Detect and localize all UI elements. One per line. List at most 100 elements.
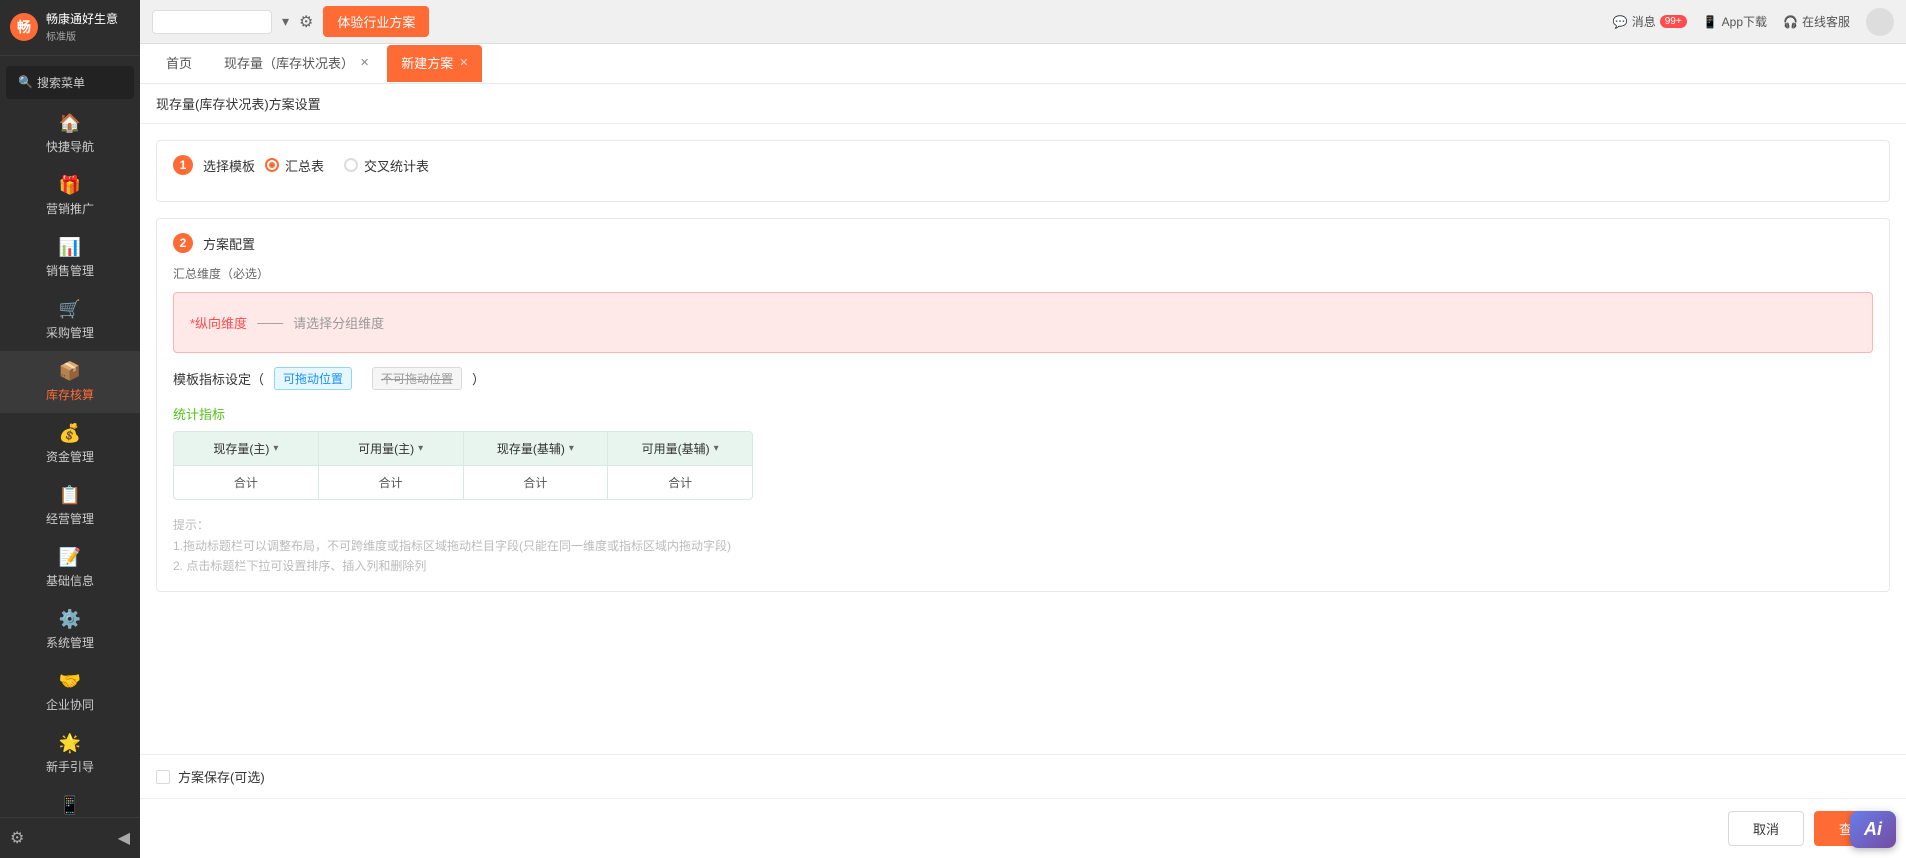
topbar-gear-icon[interactable]: ⚙ — [299, 12, 313, 32]
chevron-down-icon-2: ▾ — [418, 443, 423, 454]
tab-new-plan[interactable]: 新建方案 ✕ — [387, 45, 482, 82]
sidebar-item-label: 快捷导航 — [46, 138, 94, 155]
chevron-down-icon-1: ▾ — [273, 443, 278, 454]
gear-icon: ⚙️ — [59, 609, 81, 630]
radio-summary[interactable]: 汇总表 — [265, 156, 324, 175]
sidebar-item-basic-info[interactable]: 📝 基础信息 — [0, 537, 140, 599]
sidebar-item-newbie[interactable]: 🌟 新手引导 — [0, 723, 140, 785]
save-checkbox[interactable] — [156, 770, 170, 784]
indicator-settings: 模板指标设定（ 可拖动位置 不可拖动位置 ） — [173, 367, 1873, 390]
stat-table-row: 合计 合计 合计 合计 — [174, 465, 752, 499]
save-option-label: 方案保存(可选) — [178, 767, 265, 786]
clipboard-icon: 📋 — [59, 485, 81, 506]
message-badge: 99+ — [1660, 15, 1687, 28]
sidebar-item-quick-nav[interactable]: 🏠 快捷导航 — [0, 103, 140, 165]
cancel-button[interactable]: 取消 — [1728, 811, 1804, 846]
sidebar-search-menu[interactable]: 🔍 搜索菜单 — [6, 66, 134, 99]
app-download-btn[interactable]: 📱 App下载 — [1703, 13, 1767, 30]
radio-dot-summary — [265, 158, 279, 172]
stat-col-header-2[interactable]: 可用量(主) ▾ — [319, 432, 464, 465]
sidebar-item-inventory[interactable]: 📦 库存核算 — [0, 351, 140, 413]
sidebar-item-enterprise[interactable]: 🤝 企业协同 — [0, 661, 140, 723]
sidebar-item-marketing[interactable]: 🎁 营销推广 — [0, 165, 140, 227]
sidebar-item-label: 新手引导 — [46, 758, 94, 775]
footer-bar: 取消 查询 — [140, 798, 1906, 858]
gift-icon: 🎁 — [59, 175, 81, 196]
topbar-search-input[interactable] — [152, 10, 272, 34]
panel-header: 现存量(库存状况表)方案设置 — [140, 84, 1906, 124]
download-icon: 📱 — [1703, 15, 1718, 29]
template-radio-group: 汇总表 交叉统计表 — [265, 156, 429, 175]
sidebar-item-sales[interactable]: 📊 销售管理 — [0, 227, 140, 289]
step1-title: 选择模板 — [203, 156, 255, 175]
stat-cell-3: 合计 — [464, 466, 609, 499]
sidebar-item-label: 系统管理 — [46, 634, 94, 651]
indicator-settings-label: 模板指标设定（ 可拖动位置 不可拖动位置 ） — [173, 367, 1873, 390]
tips-item-1: 1.拖动标题栏可以调整布局，不可跨维度或指标区域拖动栏目字段(只能在同一维度或指… — [173, 537, 1873, 554]
sidebar-item-system[interactable]: ⚙️ 系统管理 — [0, 599, 140, 661]
stat-col-header-1[interactable]: 现存量(主) ▾ — [174, 432, 319, 465]
tab-label: 新建方案 — [401, 53, 453, 72]
tab-inventory-status[interactable]: 现存量（库存状况表） ✕ — [210, 45, 383, 82]
stat-col-header-3[interactable]: 现存量(基辅) ▾ — [464, 432, 609, 465]
sidebar-item-label: 库存核算 — [46, 386, 94, 403]
star-icon: 🌟 — [59, 733, 81, 754]
message-icon: 💬 — [1613, 15, 1628, 29]
tips-item-2: 2. 点击标题栏下拉可设置排序、插入列和删除列 — [173, 557, 1873, 574]
sidebar-item-label: 销售管理 — [46, 262, 94, 279]
main-area: ▾ ⚙ 体验行业方案 💬 消息 99+ 📱 App下载 🎧 在线客服 首页 — [140, 0, 1906, 858]
tab-home[interactable]: 首页 — [152, 45, 206, 82]
ai-badge[interactable]: Ai — [1850, 811, 1896, 848]
radio-cross[interactable]: 交叉统计表 — [344, 156, 429, 175]
sidebar-item-label: 采购管理 — [46, 324, 94, 341]
tab-close-icon[interactable]: ✕ — [360, 56, 369, 69]
sidebar-item-app-center[interactable]: 📱 应用中心 — [0, 785, 140, 817]
chart-icon: 📊 — [59, 237, 81, 258]
logo-text: 畅康通好生意 标准版 — [46, 12, 118, 43]
sidebar-item-purchase[interactable]: 🛒 采购管理 — [0, 289, 140, 351]
dimension-selection-box[interactable]: *纵向维度 —— 请选择分组维度 — [173, 292, 1873, 353]
page-title: 现存量(库存状况表)方案设置 — [156, 97, 321, 112]
tab-active-close-icon[interactable]: ✕ — [459, 56, 468, 69]
step2-title: 方案配置 — [203, 234, 255, 253]
topbar: ▾ ⚙ 体验行业方案 💬 消息 99+ 📱 App下载 🎧 在线客服 — [140, 0, 1906, 44]
topbar-right: 💬 消息 99+ 📱 App下载 🎧 在线客服 — [1613, 8, 1894, 36]
sidebar: 畅 畅康通好生意 标准版 🔍 搜索菜单 🏠 快捷导航 🎁 营销推广 📊 销售管理… — [0, 0, 140, 858]
box-icon: 📦 — [59, 361, 81, 382]
headset-icon: 🎧 — [1783, 15, 1798, 29]
sidebar-item-label: 基础信息 — [46, 572, 94, 589]
trial-btn[interactable]: 体验行业方案 — [323, 6, 429, 37]
draggable-tag: 可拖动位置 — [274, 367, 352, 390]
step2-header: 2 方案配置 — [173, 233, 1873, 253]
step2-badge: 2 — [173, 233, 193, 253]
save-option: 方案保存(可选) — [140, 754, 1906, 798]
handshake-icon: 🤝 — [59, 671, 81, 692]
non-draggable-tag: 不可拖动位置 — [372, 367, 462, 390]
tips-title: 提示： — [173, 516, 1873, 533]
sidebar-item-finance[interactable]: 💰 资金管理 — [0, 413, 140, 475]
dimension-separator: —— — [257, 315, 283, 330]
logo-icon: 畅 — [10, 13, 38, 41]
topbar-dropdown-btn[interactable]: ▾ — [282, 13, 289, 30]
search-icon: 🔍 — [18, 75, 33, 89]
step1-section: 1 选择模板 汇总表 交叉统计表 — [156, 140, 1890, 202]
collapse-footer-btn[interactable]: ◀ — [118, 828, 130, 848]
tabbar: 首页 现存量（库存状况表） ✕ 新建方案 ✕ — [140, 44, 1906, 84]
content-area: 现存量(库存状况表)方案设置 1 选择模板 汇总表 — [140, 84, 1906, 858]
home-icon: 🏠 — [59, 113, 81, 134]
sidebar-item-operations[interactable]: 📋 经营管理 — [0, 475, 140, 537]
step1-badge: 1 — [173, 155, 193, 175]
avatar[interactable] — [1866, 8, 1894, 36]
settings-footer-btn[interactable]: ⚙ — [10, 828, 24, 848]
stat-table: 现存量(主) ▾ 可用量(主) ▾ 现存量(基辅) ▾ 可用量(基辅) — [173, 431, 753, 500]
sidebar-item-label: 企业协同 — [46, 696, 94, 713]
doc-icon: 📝 — [59, 547, 81, 568]
stat-table-header: 现存量(主) ▾ 可用量(主) ▾ 现存量(基辅) ▾ 可用量(基辅) — [174, 432, 752, 465]
message-btn[interactable]: 💬 消息 99+ — [1613, 13, 1687, 30]
stat-col-header-4[interactable]: 可用量(基辅) ▾ — [608, 432, 752, 465]
tab-label: 现存量（库存状况表） — [224, 53, 354, 72]
online-service-btn[interactable]: 🎧 在线客服 — [1783, 13, 1850, 30]
mobile-icon: 📱 — [59, 795, 81, 816]
tips-section: 提示： 1.拖动标题栏可以调整布局，不可跨维度或指标区域拖动栏目字段(只能在同一… — [173, 516, 1873, 574]
dimension-placeholder: 请选择分组维度 — [293, 313, 384, 332]
